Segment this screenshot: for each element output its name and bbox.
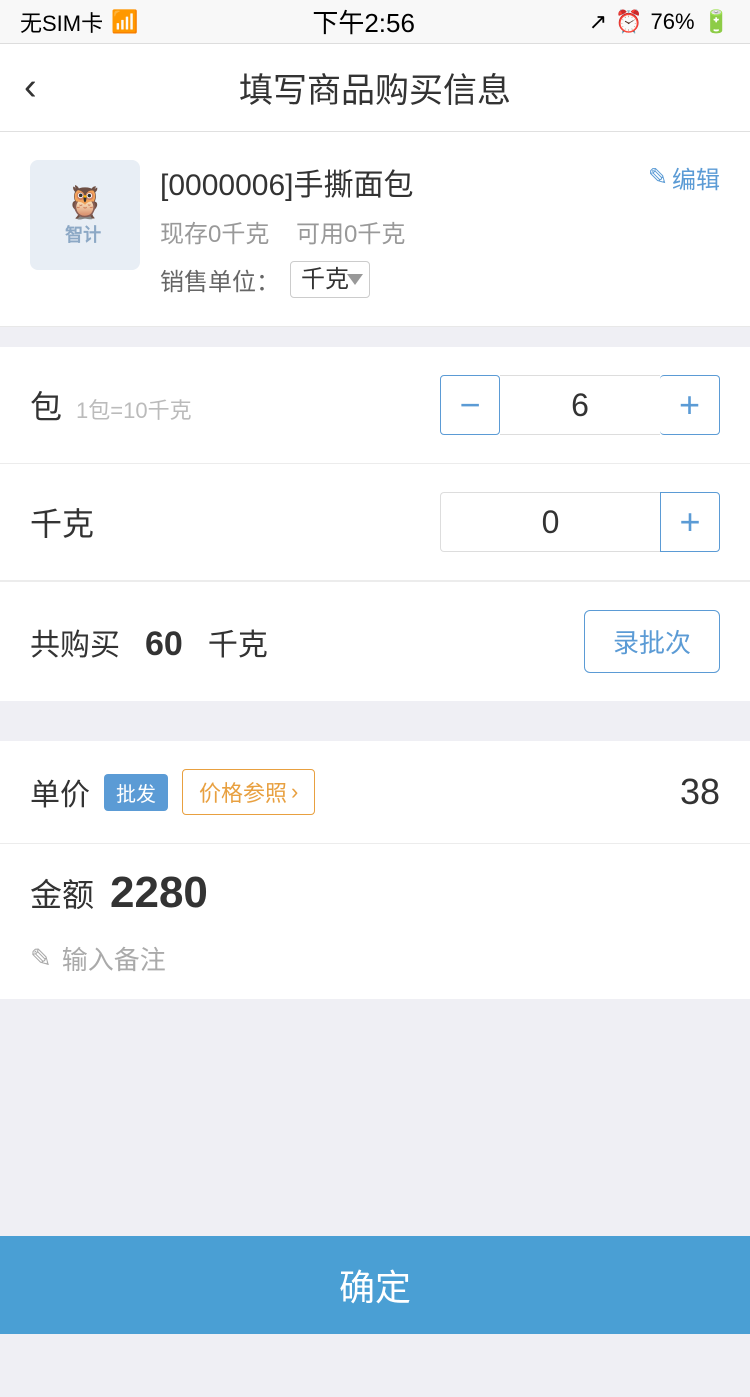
product-info: [0000006]手撕面包 现存0千克 可用0千克 销售单位： 千克 包: [160, 160, 720, 298]
confirm-button-label: 确定: [339, 1259, 411, 1311]
alarm-icon: ⏰: [615, 9, 642, 35]
note-placeholder: 输入备注: [62, 940, 166, 977]
bag-plus-button[interactable]: +: [660, 375, 720, 435]
battery-icon: 🔋: [703, 9, 730, 35]
kg-label-group: 千克: [30, 499, 94, 545]
status-left: 无SIM卡 📶: [20, 6, 139, 38]
form-section: 包 1包=10千克 − + 千克 + 共购买 60: [0, 347, 750, 701]
product-card: 🦉 智计 [0000006]手撕面包 现存0千克 可用0千克 销售单位： 千克 …: [0, 132, 750, 327]
nav-bar: ‹ 填写商品购买信息: [0, 44, 750, 132]
separator-1: [0, 327, 750, 347]
total-amount: 60: [145, 625, 183, 663]
edit-button[interactable]: ✎ 编辑: [648, 160, 720, 195]
total-unit: 千克: [208, 629, 268, 662]
product-logo: 🦉 智计: [65, 183, 105, 247]
amount-value: 2280: [110, 868, 208, 918]
bag-quantity-control: − +: [440, 375, 720, 435]
status-time: 下午2:56: [312, 3, 415, 40]
battery-percent: 76%: [651, 9, 695, 35]
bag-label: 包: [30, 382, 62, 428]
main-content: 🦉 智计 [0000006]手撕面包 现存0千克 可用0千克 销售单位： 千克 …: [0, 132, 750, 1397]
note-icon: ✎: [30, 943, 52, 974]
amount-label: 金额: [30, 870, 94, 916]
bag-label-group: 包 1包=10千克: [30, 382, 192, 428]
price-label-group: 单价 批发 价格参照 ›: [30, 769, 315, 815]
unit-select[interactable]: 千克 包: [290, 261, 370, 298]
bag-quantity-input[interactable]: [500, 375, 660, 435]
product-stock: 现存0千克 可用0千克: [160, 214, 720, 249]
edit-label: 编辑: [672, 160, 720, 195]
price-section: 单价 批发 价格参照 › 38: [0, 741, 750, 843]
back-button[interactable]: ‹: [24, 66, 37, 109]
status-right: ↗ ⏰ 76% 🔋: [589, 9, 730, 35]
note-row[interactable]: ✎ 输入备注: [30, 932, 720, 985]
product-unit-row: 销售单位： 千克 包: [160, 261, 720, 298]
kg-quantity-input[interactable]: [440, 492, 660, 552]
stock-label: 现存0千克: [160, 221, 269, 248]
total-text: 共购买 60 千克: [30, 620, 268, 664]
kg-label: 千克: [30, 499, 94, 545]
edit-icon: ✎: [648, 163, 668, 192]
price-value: 38: [680, 771, 720, 813]
kg-row: 千克 +: [0, 464, 750, 581]
bag-row: 包 1包=10千克 − +: [0, 347, 750, 464]
batch-button[interactable]: 录批次: [584, 610, 720, 673]
location-icon: ↗: [589, 9, 607, 35]
kg-plus-button[interactable]: +: [660, 492, 720, 552]
price-label: 单价: [30, 770, 90, 814]
separator-2: [0, 701, 750, 721]
available-label: 可用0千克: [296, 221, 405, 248]
price-ref-label: 价格参照: [199, 776, 287, 808]
product-name: [0000006]手撕面包: [160, 160, 720, 204]
bag-minus-button[interactable]: −: [440, 375, 500, 435]
wifi-icon: 📶: [111, 9, 138, 35]
bag-sublabel: 1包=10千克: [76, 393, 192, 425]
amount-row: 金额 2280: [30, 868, 720, 918]
product-image: 🦉 智计: [30, 160, 140, 270]
unit-label: 销售单位：: [160, 262, 280, 297]
total-row: 共购买 60 千克 录批次: [0, 581, 750, 701]
status-bar: 无SIM卡 📶 下午2:56 ↗ ⏰ 76% 🔋: [0, 0, 750, 44]
price-ref-button[interactable]: 价格参照 ›: [182, 769, 315, 815]
confirm-button[interactable]: 确定: [0, 1236, 750, 1334]
amount-section: 金额 2280 ✎ 输入备注: [0, 843, 750, 999]
price-type-tag: 批发: [104, 774, 168, 811]
product-logo-text: 智计: [65, 221, 105, 247]
price-row: 单价 批发 价格参照 › 38: [30, 769, 720, 815]
sim-label: 无SIM卡: [20, 6, 103, 38]
total-label: 共购买: [30, 629, 120, 662]
price-ref-arrow: ›: [291, 779, 298, 805]
page-title: 填写商品购买信息: [239, 63, 511, 112]
kg-quantity-control: +: [440, 492, 720, 552]
